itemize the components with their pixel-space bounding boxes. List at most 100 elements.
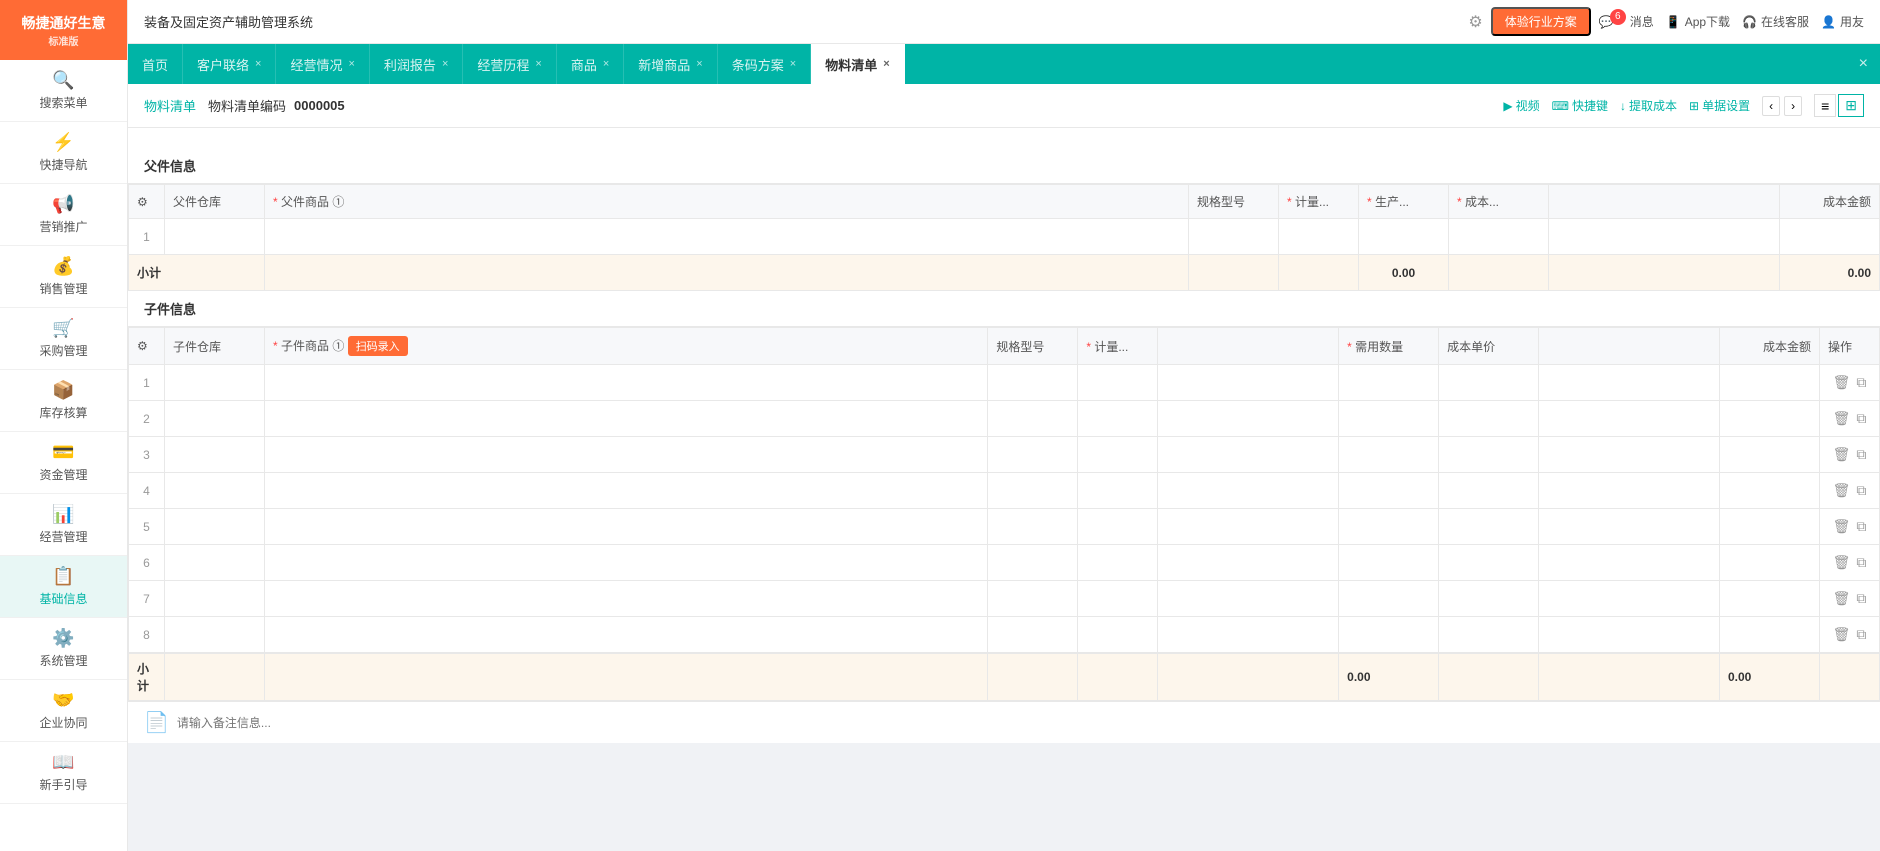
child-row-3-unit[interactable] — [1078, 437, 1158, 473]
child-row-3-warehouse[interactable] — [165, 437, 265, 473]
child-row-6-unit-price[interactable] — [1439, 545, 1539, 581]
tab-operation-history[interactable]: 经营历程 × — [463, 44, 556, 84]
view-action[interactable]: ▶ 视频 — [1503, 97, 1539, 114]
sidebar-item-search[interactable]: 🔍 搜索菜单 — [0, 60, 127, 122]
child-row-7-spec[interactable] — [988, 581, 1078, 617]
child-row-1-unit-price[interactable] — [1439, 365, 1539, 401]
sidebar-item-finance[interactable]: 💳 资金管理 — [0, 432, 127, 494]
shortcut-action[interactable]: ⌨ 快捷键 — [1552, 97, 1608, 114]
sidebar-item-purchase[interactable]: 🛒 采购管理 — [0, 308, 127, 370]
tab-barcode-close[interactable]: × — [790, 58, 796, 70]
child-row-3-spec[interactable] — [988, 437, 1078, 473]
child-row-2-unit[interactable] — [1078, 401, 1158, 437]
sidebar-item-enterprise[interactable]: 🤝 企业协同 — [0, 680, 127, 742]
tab-add-product-close[interactable]: × — [696, 58, 702, 70]
child-row-5-unit-price[interactable] — [1439, 509, 1539, 545]
breadcrumb[interactable]: 物料清单 — [144, 96, 196, 115]
child-row-1-qty[interactable] — [1339, 365, 1439, 401]
child-row-6-spec[interactable] — [988, 545, 1078, 581]
tab-operation-history-close[interactable]: × — [535, 58, 541, 70]
child-row-2-unit-price[interactable] — [1439, 401, 1539, 437]
child-row-6-qty[interactable] — [1339, 545, 1439, 581]
child-row-1-unit[interactable] — [1078, 365, 1158, 401]
remark-input[interactable] — [177, 716, 1864, 730]
tab-operation-status-close[interactable]: × — [348, 58, 354, 70]
close-all-tabs[interactable]: × — [1847, 55, 1880, 73]
child-row-8-qty[interactable] — [1339, 617, 1439, 653]
child-row-7-warehouse[interactable] — [165, 581, 265, 617]
child-row-2-product[interactable] — [265, 401, 988, 437]
parent-row-1-warehouse[interactable] — [165, 219, 265, 255]
copy-icon[interactable]: ⧉ — [1856, 626, 1866, 643]
parent-row-1-cost[interactable] — [1449, 219, 1549, 255]
tab-barcode[interactable]: 条码方案 × — [718, 44, 811, 84]
child-row-5-spec[interactable] — [988, 509, 1078, 545]
delete-icon[interactable]: 🗑 — [1833, 518, 1851, 535]
extract-cost-action[interactable]: ↓ 提取成本 — [1620, 97, 1677, 114]
child-row-5-qty[interactable] — [1339, 509, 1439, 545]
sidebar-item-sales[interactable]: 💰 销售管理 — [0, 246, 127, 308]
child-row-1-warehouse[interactable] — [165, 365, 265, 401]
tab-home[interactable]: 首页 — [128, 44, 183, 84]
sidebar-item-guide[interactable]: 📖 新手引导 — [0, 742, 127, 804]
child-row-1-spec[interactable] — [988, 365, 1078, 401]
child-col-gear[interactable]: ⚙ — [129, 328, 165, 365]
child-row-2-warehouse[interactable] — [165, 401, 265, 437]
copy-icon[interactable]: ⧉ — [1856, 482, 1866, 499]
message-action[interactable]: 💬 6 消息 — [1599, 13, 1654, 30]
child-row-8-unit-price[interactable] — [1439, 617, 1539, 653]
child-row-5-product[interactable] — [265, 509, 988, 545]
child-row-1-product[interactable] — [265, 365, 988, 401]
child-row-4-warehouse[interactable] — [165, 473, 265, 509]
tab-customer-close[interactable]: × — [255, 58, 261, 70]
delete-icon[interactable]: 🗑 — [1833, 482, 1851, 499]
parent-col-gear[interactable]: ⚙ — [129, 185, 165, 219]
child-row-7-unit-price[interactable] — [1439, 581, 1539, 617]
child-row-8-warehouse[interactable] — [165, 617, 265, 653]
child-row-7-product[interactable] — [265, 581, 988, 617]
delete-icon[interactable]: 🗑 — [1833, 554, 1851, 571]
tab-add-product[interactable]: 新增商品 × — [624, 44, 717, 84]
parent-row-1-spec[interactable] — [1189, 219, 1279, 255]
child-row-4-qty[interactable] — [1339, 473, 1439, 509]
parent-row-1-product[interactable] — [265, 219, 1189, 255]
delete-icon[interactable]: 🗑 — [1833, 626, 1851, 643]
next-page-button[interactable]: › — [1784, 96, 1802, 116]
child-row-7-unit[interactable] — [1078, 581, 1158, 617]
sidebar-item-basic[interactable]: 📋 基础信息 — [0, 556, 127, 618]
child-row-3-product[interactable] — [265, 437, 988, 473]
child-row-4-spec[interactable] — [988, 473, 1078, 509]
list-view-button[interactable]: ≡ — [1814, 94, 1836, 117]
copy-icon[interactable]: ⧉ — [1856, 446, 1866, 463]
copy-icon[interactable]: ⧉ — [1856, 374, 1866, 391]
child-row-4-product[interactable] — [265, 473, 988, 509]
settings-icon[interactable]: ⚙ — [1468, 12, 1482, 32]
child-row-3-qty[interactable] — [1339, 437, 1439, 473]
trial-button[interactable]: 体验行业方案 — [1491, 7, 1591, 36]
sidebar-item-quick-nav[interactable]: ⚡ 快捷导航 — [0, 122, 127, 184]
tab-profit-report-close[interactable]: × — [442, 58, 448, 70]
tab-products[interactable]: 商品 × — [557, 44, 624, 84]
single-settings-action[interactable]: ⊞ 单据设置 — [1689, 97, 1750, 114]
delete-icon[interactable]: 🗑 — [1833, 410, 1851, 427]
parent-row-1-unit[interactable] — [1279, 219, 1359, 255]
child-row-7-qty[interactable] — [1339, 581, 1439, 617]
sidebar-item-inventory[interactable]: 📦 库存核算 — [0, 370, 127, 432]
copy-icon[interactable]: ⧉ — [1856, 410, 1866, 427]
child-row-4-unit-price[interactable] — [1439, 473, 1539, 509]
copy-icon[interactable]: ⧉ — [1856, 554, 1866, 571]
delete-icon[interactable]: 🗑 — [1833, 590, 1851, 607]
child-row-6-unit[interactable] — [1078, 545, 1158, 581]
tab-products-close[interactable]: × — [603, 58, 609, 70]
sidebar-item-operation[interactable]: 📊 经营管理 — [0, 494, 127, 556]
scan-button[interactable]: 扫码录入 — [348, 336, 408, 356]
child-row-5-unit[interactable] — [1078, 509, 1158, 545]
copy-icon[interactable]: ⧉ — [1856, 590, 1866, 607]
child-row-5-warehouse[interactable] — [165, 509, 265, 545]
grid-view-button[interactable]: ⊞ — [1838, 94, 1864, 117]
user-action[interactable]: 👤 用友 — [1821, 13, 1864, 30]
app-download-action[interactable]: 📱 App下载 — [1666, 13, 1730, 30]
delete-icon[interactable]: 🗑 — [1833, 374, 1851, 391]
online-service-action[interactable]: 🎧 在线客服 — [1742, 13, 1809, 30]
delete-icon[interactable]: 🗑 — [1833, 446, 1851, 463]
